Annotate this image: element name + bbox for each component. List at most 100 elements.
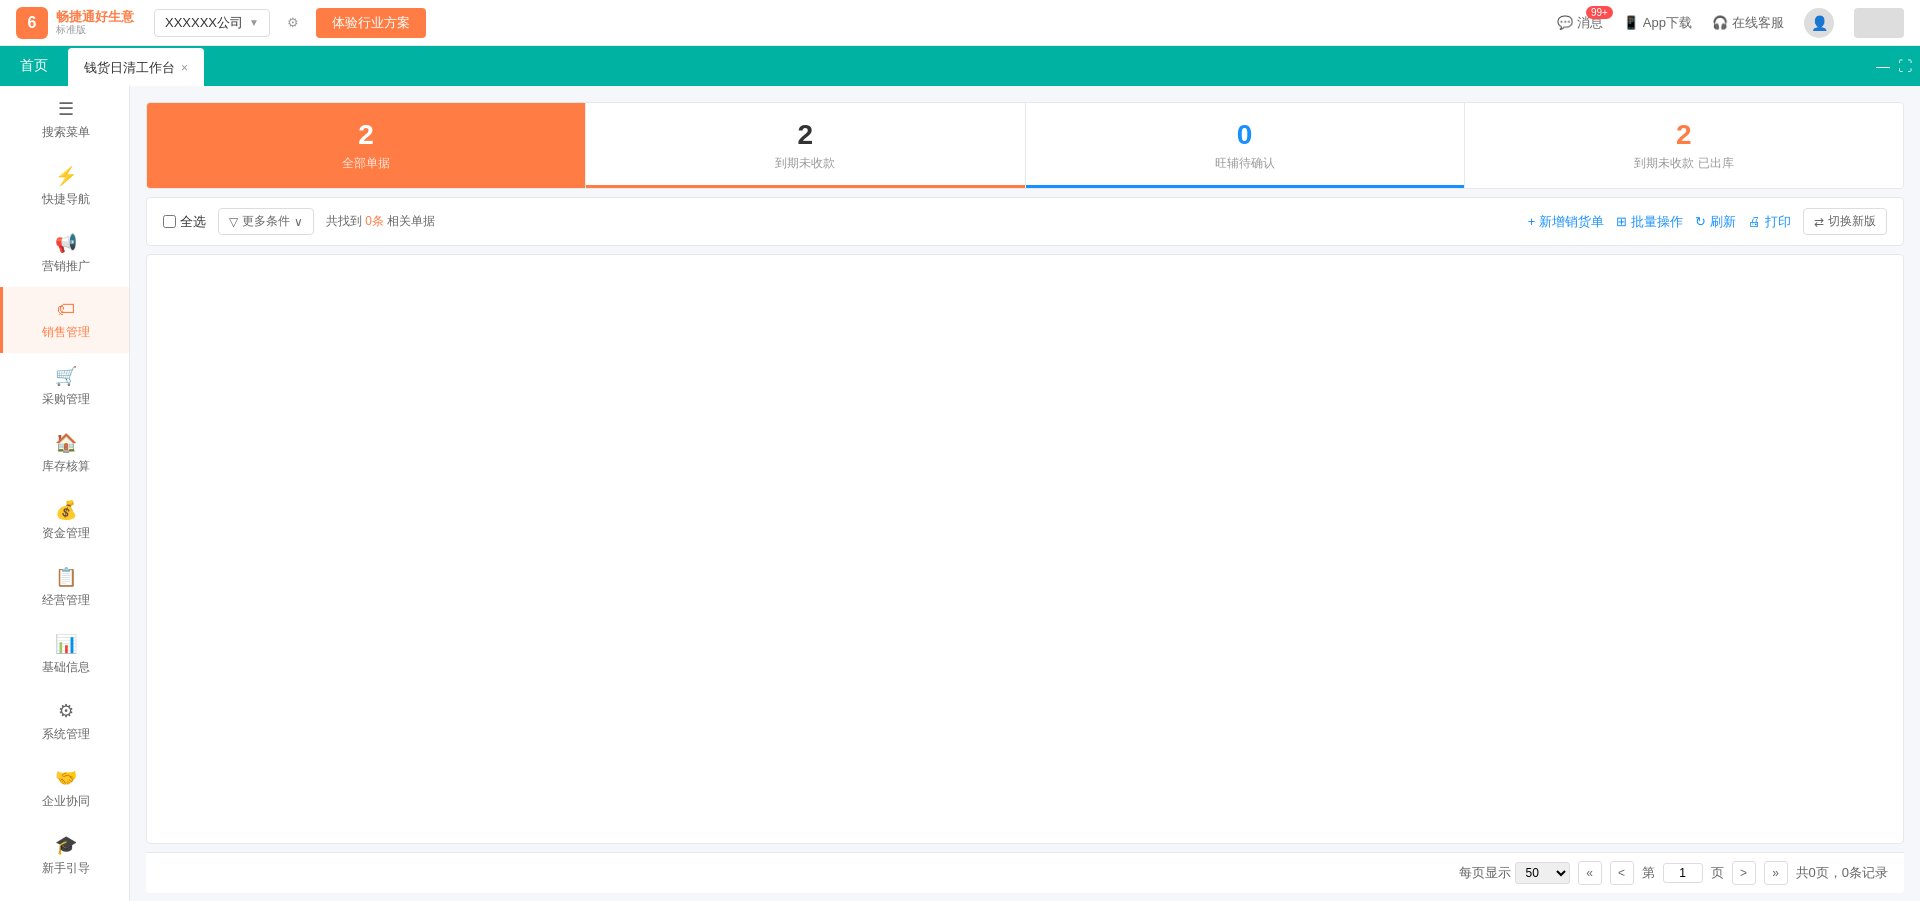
sales-icon: 🏷: [57, 299, 75, 320]
filter-icon: ▽: [229, 215, 238, 229]
sidebar: ☰ 搜索菜单 ⚡ 快捷导航 📢 营销推广 🏷 销售管理 🛒 采购管理 🏠 库存核…: [0, 86, 130, 901]
operation-icon: 📋: [55, 566, 77, 588]
sidebar-item-basic-info[interactable]: 📊 基础信息: [0, 621, 129, 688]
page-label: 第: [1642, 864, 1655, 882]
tab-close-icon[interactable]: ×: [181, 61, 188, 75]
stat-label-wangpuding: 旺辅待确认: [1046, 155, 1444, 172]
sidebar-label-purchase: 采购管理: [42, 391, 90, 408]
print-button[interactable]: 🖨 打印: [1748, 213, 1791, 231]
top-header: 6 畅捷通好生意 标准版 XXXXXX公司 ▼ ⚙ 体验行业方案 💬 消息 99…: [0, 0, 1920, 46]
content-area: 2 全部单据 2 到期未收款 0 旺辅待确认 2 到期未收款 已出库: [130, 86, 1920, 901]
logo-icon: 6: [16, 7, 48, 39]
logo-text: 畅捷通好生意 标准版: [56, 9, 134, 37]
prev-page-button[interactable]: <: [1610, 861, 1634, 885]
last-page-button[interactable]: »: [1764, 861, 1788, 885]
page-size-dropdown[interactable]: 50 100 200: [1515, 862, 1570, 884]
tab-active[interactable]: 钱货日清工作台 ×: [68, 48, 204, 88]
sidebar-label-search-menu: 搜索菜单: [42, 124, 90, 141]
logo-subtitle: 标准版: [56, 24, 134, 36]
header-right: 💬 消息 99+ 📱 App下载 🎧 在线客服 👤: [1557, 8, 1904, 38]
stat-card-all[interactable]: 2 全部单据: [147, 103, 586, 188]
stat-label-all: 全部单据: [167, 155, 565, 172]
sidebar-item-sales[interactable]: 🏷 销售管理: [0, 287, 129, 353]
sidebar-item-quick-nav[interactable]: ⚡ 快捷导航: [0, 153, 129, 220]
filter-chevron-icon: ∨: [294, 215, 303, 229]
online-service-item[interactable]: 🎧 在线客服: [1712, 14, 1784, 32]
sidebar-item-purchase[interactable]: 🛒 采购管理: [0, 353, 129, 420]
refresh-button[interactable]: ↻ 刷新: [1695, 213, 1736, 231]
toolbar-right: + 新增销货单 ⊞ 批量操作 ↻ 刷新 🖨 打印 ⇄ 切换新版: [1528, 208, 1887, 235]
tab-bar-right: — ⛶: [1876, 58, 1920, 74]
purchase-icon: 🛒: [55, 365, 77, 387]
sidebar-item-search-menu[interactable]: ☰ 搜索菜单: [0, 86, 129, 153]
page-suffix-label: 页: [1711, 864, 1724, 882]
table-area: [146, 254, 1904, 844]
found-text: 共找到 0条 相关单据: [326, 213, 435, 230]
sidebar-label-finance: 资金管理: [42, 525, 90, 542]
toolbar: 全选 ▽ 更多条件 ∨ 共找到 0条 相关单据 + 新增销货单 ⊞ 批量操作: [146, 197, 1904, 246]
cooperation-icon: 🤝: [55, 767, 77, 789]
trial-button[interactable]: 体验行业方案: [316, 8, 426, 38]
page-number-input[interactable]: 1: [1663, 863, 1703, 883]
next-page-button[interactable]: >: [1732, 861, 1756, 885]
batch-operation-button[interactable]: ⊞ 批量操作: [1616, 213, 1683, 231]
stat-number-overdue: 2: [606, 119, 1004, 151]
add-sale-button[interactable]: + 新增销货单: [1528, 213, 1604, 231]
stat-card-wangpuding[interactable]: 0 旺辅待确认: [1026, 103, 1465, 188]
tab-bar: 首页 钱货日清工作台 × — ⛶: [0, 46, 1920, 86]
gear-icon: ⚙: [287, 15, 299, 30]
message-item[interactable]: 💬 消息 99+: [1557, 14, 1603, 32]
sidebar-label-quick-nav: 快捷导航: [42, 191, 90, 208]
stat-label-overdue: 到期未收款: [606, 155, 1004, 172]
logo-area: 6 畅捷通好生意 标准版: [16, 7, 146, 39]
user-icon: 👤: [1811, 15, 1828, 31]
filter-label: 更多条件: [242, 213, 290, 230]
filter-button[interactable]: ▽ 更多条件 ∨: [218, 208, 314, 235]
stat-indicator-wangpuding: [1026, 185, 1464, 188]
sidebar-item-app-center[interactable]: 📦 应用中心: [0, 889, 129, 901]
stat-number-notout: 2: [1485, 119, 1883, 151]
sidebar-label-basic-info: 基础信息: [42, 659, 90, 676]
online-service-label: 在线客服: [1732, 14, 1784, 32]
sidebar-item-marketing[interactable]: 📢 营销推广: [0, 220, 129, 287]
stat-card-notout[interactable]: 2 到期未收款 已出库: [1465, 103, 1903, 188]
select-all-checkbox[interactable]: 全选: [163, 213, 206, 231]
sidebar-item-operation[interactable]: 📋 经营管理: [0, 554, 129, 621]
sidebar-item-guide[interactable]: 🎓 新手引导: [0, 822, 129, 889]
stat-number-all: 2: [167, 119, 565, 151]
stat-card-overdue[interactable]: 2 到期未收款: [586, 103, 1025, 188]
chevron-down-icon: ▼: [249, 17, 259, 28]
checkbox-input[interactable]: [163, 215, 176, 228]
first-page-button[interactable]: «: [1578, 861, 1602, 885]
sidebar-item-finance[interactable]: 💰 资金管理: [0, 487, 129, 554]
company-selector[interactable]: XXXXXX公司 ▼: [154, 9, 270, 37]
page-size-label: 每页显示: [1459, 864, 1511, 882]
headset-icon: 🎧: [1712, 15, 1728, 30]
logo-title: 畅捷通好生意: [56, 9, 134, 25]
tab-maximize-icon[interactable]: ⛶: [1898, 58, 1912, 74]
print-icon: 🖨: [1748, 214, 1761, 229]
settings-button[interactable]: ⚙: [278, 8, 308, 38]
sidebar-item-sys-mgmt[interactable]: ⚙ 系统管理: [0, 688, 129, 755]
sys-mgmt-icon: ⚙: [58, 700, 74, 722]
refresh-label: 刷新: [1710, 213, 1736, 231]
app-download-item[interactable]: 📱 App下载: [1623, 14, 1692, 32]
switch-version-button[interactable]: ⇄ 切换新版: [1803, 208, 1887, 235]
app-download-icon: 📱: [1623, 15, 1639, 30]
tab-minimize-icon[interactable]: —: [1876, 58, 1890, 74]
sidebar-label-sales: 销售管理: [42, 324, 90, 341]
main-layout: ☰ 搜索菜单 ⚡ 快捷导航 📢 营销推广 🏷 销售管理 🛒 采购管理 🏠 库存核…: [0, 86, 1920, 901]
stats-row: 2 全部单据 2 到期未收款 0 旺辅待确认 2 到期未收款 已出库: [146, 102, 1904, 189]
stat-number-wangpuding: 0: [1046, 119, 1444, 151]
sidebar-label-guide: 新手引导: [42, 860, 90, 877]
avatar[interactable]: 👤: [1804, 8, 1834, 38]
refresh-icon: ↻: [1695, 214, 1706, 229]
found-count: 0条: [365, 214, 384, 228]
tab-home[interactable]: 首页: [0, 46, 68, 86]
stat-indicator-overdue: [586, 185, 1024, 188]
switch-icon: ⇄: [1814, 215, 1824, 229]
sidebar-item-cooperation[interactable]: 🤝 企业协同: [0, 755, 129, 822]
select-all-label: 全选: [180, 213, 206, 231]
quick-nav-icon: ⚡: [55, 165, 77, 187]
sidebar-item-inventory[interactable]: 🏠 库存核算: [0, 420, 129, 487]
